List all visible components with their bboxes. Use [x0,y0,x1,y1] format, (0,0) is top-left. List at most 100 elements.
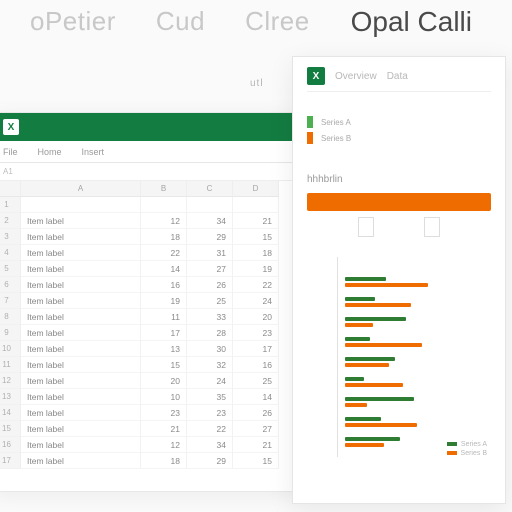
row-header[interactable]: 16 [0,437,21,453]
panel-tab-data[interactable]: Data [387,71,408,82]
bar-series-a[interactable] [345,357,395,361]
cell[interactable]: 21 [233,437,279,453]
cell[interactable]: 19 [141,293,187,309]
cell[interactable]: 32 [187,357,233,373]
cell[interactable]: 19 [233,261,279,277]
row-header[interactable]: 13 [0,389,21,405]
column-header[interactable]: B [141,181,187,197]
row-header[interactable]: 3 [0,229,21,245]
row-header[interactable]: 7 [0,293,21,309]
cell[interactable]: 12 [141,213,187,229]
cell[interactable]: Item label [21,293,141,309]
bar-series-b[interactable] [345,383,403,387]
cell[interactable]: Item label [21,245,141,261]
cell[interactable]: 29 [187,229,233,245]
bar-series-a[interactable] [345,417,381,421]
cell[interactable]: Item label [21,261,141,277]
cell[interactable]: 24 [233,293,279,309]
row-header[interactable]: 14 [0,405,21,421]
row-header[interactable]: 4 [0,245,21,261]
cell[interactable]: 34 [187,437,233,453]
highlight-bar[interactable] [307,193,491,211]
ribbon-tab-insert[interactable]: Insert [82,147,105,157]
cell[interactable]: 20 [141,373,187,389]
cell[interactable]: 31 [187,245,233,261]
cell[interactable]: 16 [141,277,187,293]
cell[interactable]: 12 [141,437,187,453]
cell[interactable]: 22 [233,277,279,293]
cell[interactable]: Item label [21,325,141,341]
row-header[interactable]: 15 [0,421,21,437]
cell[interactable]: 28 [187,325,233,341]
row-header[interactable]: 11 [0,357,21,373]
bar-series-b[interactable] [345,443,384,447]
cell[interactable]: 21 [233,213,279,229]
cell[interactable]: 15 [233,229,279,245]
bar-series-b[interactable] [345,283,428,287]
bar-series-b[interactable] [345,423,417,427]
cell[interactable]: 18 [141,453,187,469]
spreadsheet-titlebar[interactable]: X [0,113,301,141]
cell[interactable]: 23 [141,405,187,421]
cell[interactable]: 14 [141,261,187,277]
bar-series-a[interactable] [345,277,386,281]
cell[interactable]: 15 [141,357,187,373]
cell[interactable] [187,197,233,213]
row-header[interactable]: 1 [0,197,21,213]
cell[interactable]: Item label [21,373,141,389]
row-header[interactable]: 9 [0,325,21,341]
cell[interactable]: 20 [233,309,279,325]
cell[interactable]: 23 [233,325,279,341]
ribbon-tab-file[interactable]: File [3,147,18,157]
bar-series-b[interactable] [345,403,367,407]
cell[interactable]: 33 [187,309,233,325]
bar-series-b[interactable] [345,323,373,327]
cell[interactable]: Item label [21,437,141,453]
cell[interactable]: Item label [21,213,141,229]
column-header[interactable]: A [21,181,141,197]
bar-series-b[interactable] [345,343,422,347]
cell[interactable]: 24 [187,373,233,389]
mini-thumb-1[interactable] [358,217,374,237]
cell[interactable] [141,197,187,213]
formula-bar[interactable]: A1 [0,163,301,181]
cell[interactable]: 15 [233,453,279,469]
cell[interactable]: Item label [21,421,141,437]
cell[interactable]: Item label [21,277,141,293]
cell[interactable]: 18 [233,245,279,261]
cell[interactable]: 17 [141,325,187,341]
cell[interactable]: Item label [21,309,141,325]
cell[interactable]: 25 [187,293,233,309]
cell[interactable]: 11 [141,309,187,325]
row-header[interactable]: 12 [0,373,21,389]
cell[interactable]: 21 [141,421,187,437]
row-header[interactable]: 17 [0,453,21,469]
cell[interactable]: 27 [233,421,279,437]
cell[interactable]: 25 [233,373,279,389]
bar-series-b[interactable] [345,303,411,307]
row-header[interactable]: 5 [0,261,21,277]
cell[interactable]: 16 [233,357,279,373]
cell[interactable]: Item label [21,357,141,373]
cell[interactable]: 27 [187,261,233,277]
bar-series-a[interactable] [345,317,406,321]
row-header[interactable]: 2 [0,213,21,229]
bar-series-a[interactable] [345,397,414,401]
cell[interactable]: 13 [141,341,187,357]
cell[interactable] [233,197,279,213]
row-header[interactable]: 10 [0,341,21,357]
row-header[interactable]: 8 [0,309,21,325]
cell[interactable]: 35 [187,389,233,405]
bar-series-a[interactable] [345,377,364,381]
mini-thumb-2[interactable] [424,217,440,237]
bar-series-a[interactable] [345,297,375,301]
cell[interactable]: 26 [233,405,279,421]
row-header[interactable]: 6 [0,277,21,293]
cell[interactable]: 18 [141,229,187,245]
cell[interactable]: Item label [21,389,141,405]
cell[interactable]: 29 [187,453,233,469]
cell[interactable]: 22 [141,245,187,261]
cell[interactable] [21,197,141,213]
bar-series-a[interactable] [345,437,400,441]
cell[interactable]: 23 [187,405,233,421]
